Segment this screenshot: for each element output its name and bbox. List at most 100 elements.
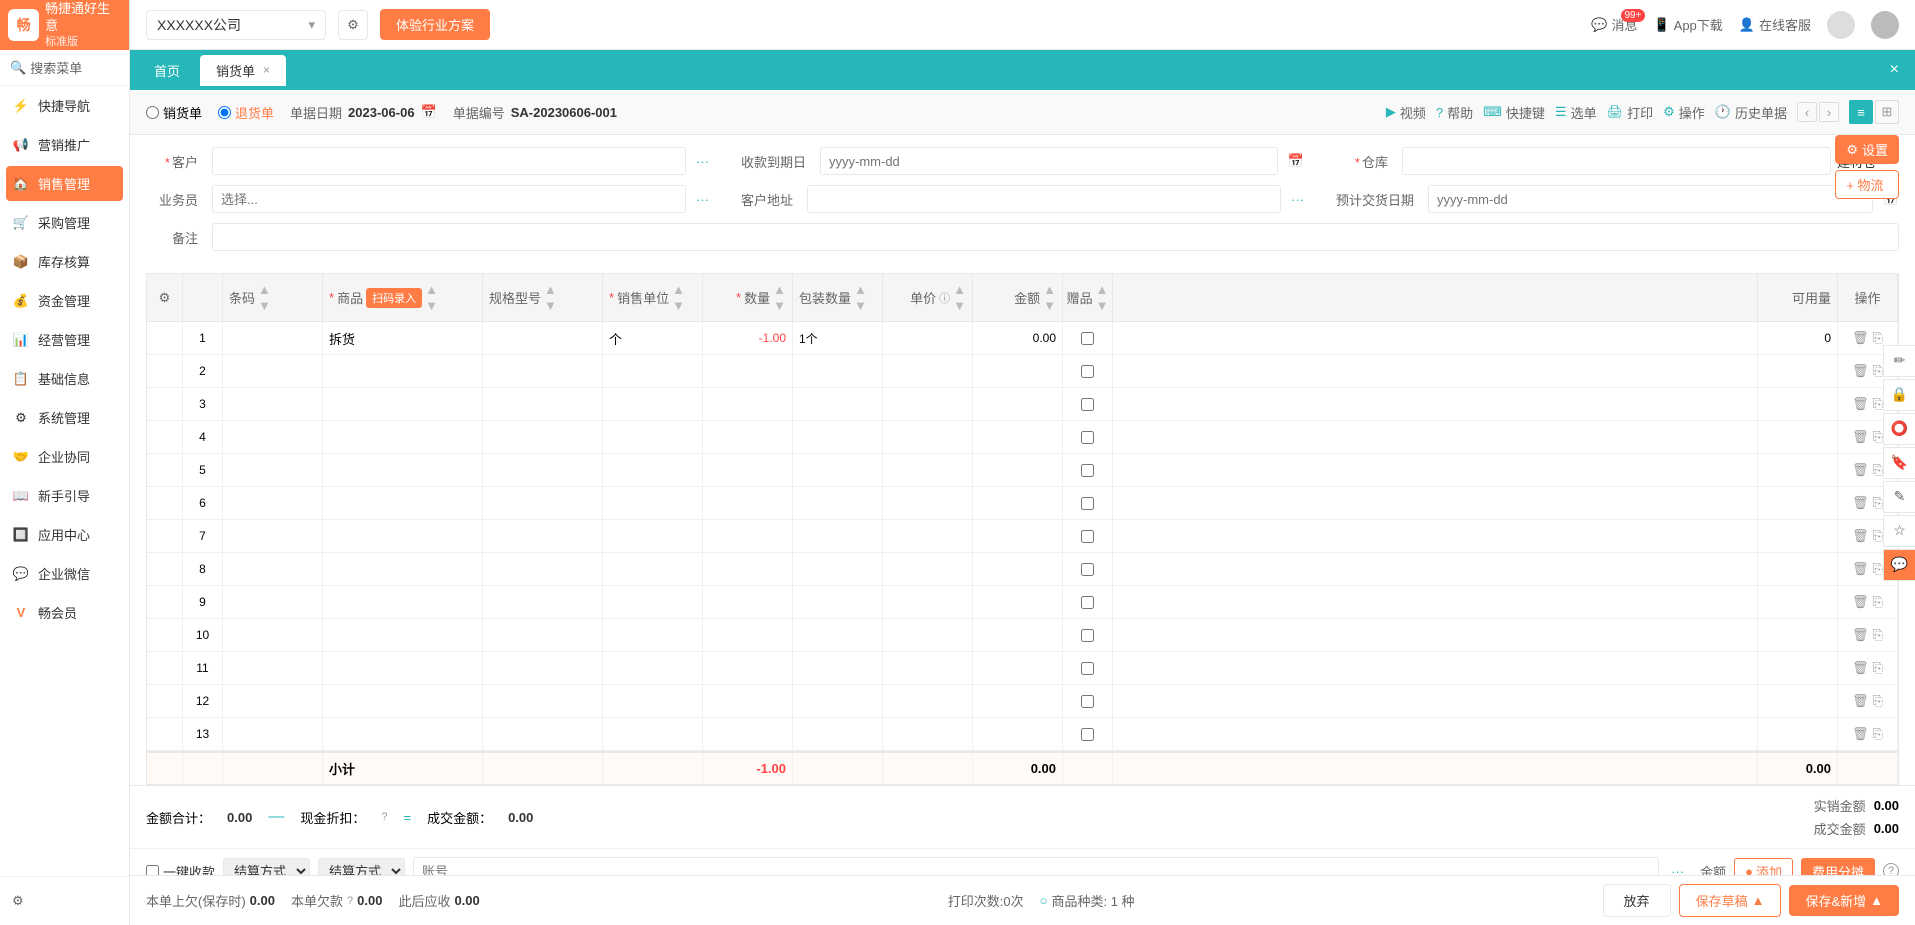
row-pkg-4[interactable]: [793, 454, 883, 486]
sidebar-item-system[interactable]: ⚙ 系统管理: [0, 398, 129, 437]
row-copy-4[interactable]: ⎘: [1873, 462, 1883, 478]
row-pkg-5[interactable]: [793, 487, 883, 519]
row-copy-9[interactable]: ⎘: [1873, 627, 1883, 643]
row-product-2[interactable]: [323, 388, 483, 420]
row-product-9[interactable]: [323, 619, 483, 651]
row-delete-10[interactable]: 🗑: [1852, 660, 1869, 676]
row-copy-5[interactable]: ⎘: [1873, 495, 1883, 511]
row-gift-0[interactable]: [1063, 322, 1113, 354]
list-view-btn[interactable]: ≡: [1849, 100, 1873, 124]
row-unit-1[interactable]: [603, 355, 703, 387]
row-price-4[interactable]: [883, 454, 973, 486]
row-delete-11[interactable]: 🗑: [1852, 693, 1869, 709]
row-note-9[interactable]: [1113, 619, 1758, 651]
row-price-2[interactable]: [883, 388, 973, 420]
row-note-6[interactable]: [1113, 520, 1758, 552]
row-barcode-1[interactable]: [223, 355, 323, 387]
online-service-button[interactable]: 👤 在线客服: [1739, 15, 1811, 34]
row-qty-0[interactable]: -1.00: [703, 322, 793, 354]
app-download-button[interactable]: 📱 App下载: [1653, 15, 1722, 34]
row-amount-9[interactable]: [973, 619, 1063, 651]
payment-method-select[interactable]: 结算方式: [223, 858, 310, 875]
row-spec-10[interactable]: [483, 652, 603, 684]
salesperson-input[interactable]: [212, 185, 686, 213]
sidebar-item-app-center[interactable]: 🔲 应用中心: [0, 515, 129, 554]
customer-input[interactable]: [212, 147, 686, 175]
row-delete-12[interactable]: 🗑: [1852, 726, 1869, 742]
sort-qty[interactable]: ▲▼: [773, 282, 786, 313]
row-qty-8[interactable]: [703, 586, 793, 618]
row-note-2[interactable]: [1113, 388, 1758, 420]
row-barcode-4[interactable]: [223, 454, 323, 486]
settings-side-btn[interactable]: ⚙ 设置: [1835, 135, 1899, 164]
sort-product[interactable]: ▲▼: [425, 282, 438, 313]
trial-button[interactable]: 体验行业方案: [380, 9, 490, 40]
row-spec-9[interactable]: [483, 619, 603, 651]
print-btn[interactable]: 🖨 打印: [1607, 103, 1654, 122]
row-delete-9[interactable]: 🗑: [1852, 627, 1869, 643]
row-barcode-8[interactable]: [223, 586, 323, 618]
video-btn[interactable]: ▶ 视频: [1386, 103, 1426, 122]
row-barcode-10[interactable]: [223, 652, 323, 684]
row-note-1[interactable]: [1113, 355, 1758, 387]
row-pkg-0[interactable]: 1个: [793, 322, 883, 354]
row-price-1[interactable]: [883, 355, 973, 387]
row-delete-6[interactable]: 🗑: [1852, 528, 1869, 544]
row-qty-4[interactable]: [703, 454, 793, 486]
row-price-8[interactable]: [883, 586, 973, 618]
row-amount-7[interactable]: [973, 553, 1063, 585]
sidebar-item-finance[interactable]: 💰 资金管理: [0, 281, 129, 320]
row-qty-10[interactable]: [703, 652, 793, 684]
row-note-4[interactable]: [1113, 454, 1758, 486]
payment-account-input[interactable]: [413, 857, 1659, 875]
row-amount-3[interactable]: [973, 421, 1063, 453]
row-copy-8[interactable]: ⎘: [1873, 594, 1883, 610]
sidebar-item-enterprise[interactable]: 🤝 企业协同: [0, 437, 129, 476]
row-price-5[interactable]: [883, 487, 973, 519]
row-delete-8[interactable]: 🗑: [1852, 594, 1869, 610]
row-qty-5[interactable]: [703, 487, 793, 519]
prev-arrow[interactable]: ‹: [1797, 102, 1817, 122]
help-discount-icon[interactable]: ?: [381, 811, 387, 823]
row-product-4[interactable]: [323, 454, 483, 486]
tab-sales-order[interactable]: 销货单 ×: [200, 55, 286, 86]
row-unit-3[interactable]: [603, 421, 703, 453]
expense-help-icon[interactable]: ?: [1883, 863, 1899, 875]
company-selector[interactable]: XXXXXX公司 ▾: [146, 10, 326, 40]
row-product-1[interactable]: [323, 355, 483, 387]
grid-view-btn[interactable]: ⊞: [1875, 100, 1899, 124]
row-note-0[interactable]: [1113, 322, 1758, 354]
sort-gift[interactable]: ▲▼: [1096, 282, 1109, 313]
row-pkg-6[interactable]: [793, 520, 883, 552]
row-gift-2[interactable]: [1063, 388, 1113, 420]
sort-price[interactable]: ▲▼: [953, 282, 966, 313]
row-unit-8[interactable]: [603, 586, 703, 618]
row-amount-8[interactable]: [973, 586, 1063, 618]
sidebar-item-quick-nav[interactable]: ⚡ 快捷导航: [0, 86, 129, 125]
payment-dots-btn[interactable]: ···: [1671, 864, 1684, 876]
expense-split-btn[interactable]: 费用分摊: [1801, 858, 1875, 876]
user-avatar-2[interactable]: [1871, 11, 1899, 39]
row-note-10[interactable]: [1113, 652, 1758, 684]
add-payment-btn[interactable]: ● 添加: [1734, 858, 1793, 876]
sort-pkg[interactable]: ▲▼: [854, 282, 867, 313]
row-spec-2[interactable]: [483, 388, 603, 420]
row-price-3[interactable]: [883, 421, 973, 453]
row-unit-12[interactable]: [603, 718, 703, 750]
row-price-10[interactable]: [883, 652, 973, 684]
row-price-9[interactable]: [883, 619, 973, 651]
row-gift-12[interactable]: [1063, 718, 1113, 750]
row-pkg-2[interactable]: [793, 388, 883, 420]
row-product-10[interactable]: [323, 652, 483, 684]
row-unit-6[interactable]: [603, 520, 703, 552]
float-lock-btn[interactable]: 🔒: [1883, 379, 1915, 411]
row-gift-4[interactable]: [1063, 454, 1113, 486]
row-product-3[interactable]: [323, 421, 483, 453]
row-delete-2[interactable]: 🗑: [1852, 396, 1869, 412]
row-gift-6[interactable]: [1063, 520, 1113, 552]
radio-return-order[interactable]: 退货单: [218, 103, 274, 122]
row-product-11[interactable]: [323, 685, 483, 717]
row-amount-1[interactable]: [973, 355, 1063, 387]
row-amount-0[interactable]: 0.00: [973, 322, 1063, 354]
sort-spec[interactable]: ▲▼: [544, 282, 557, 313]
